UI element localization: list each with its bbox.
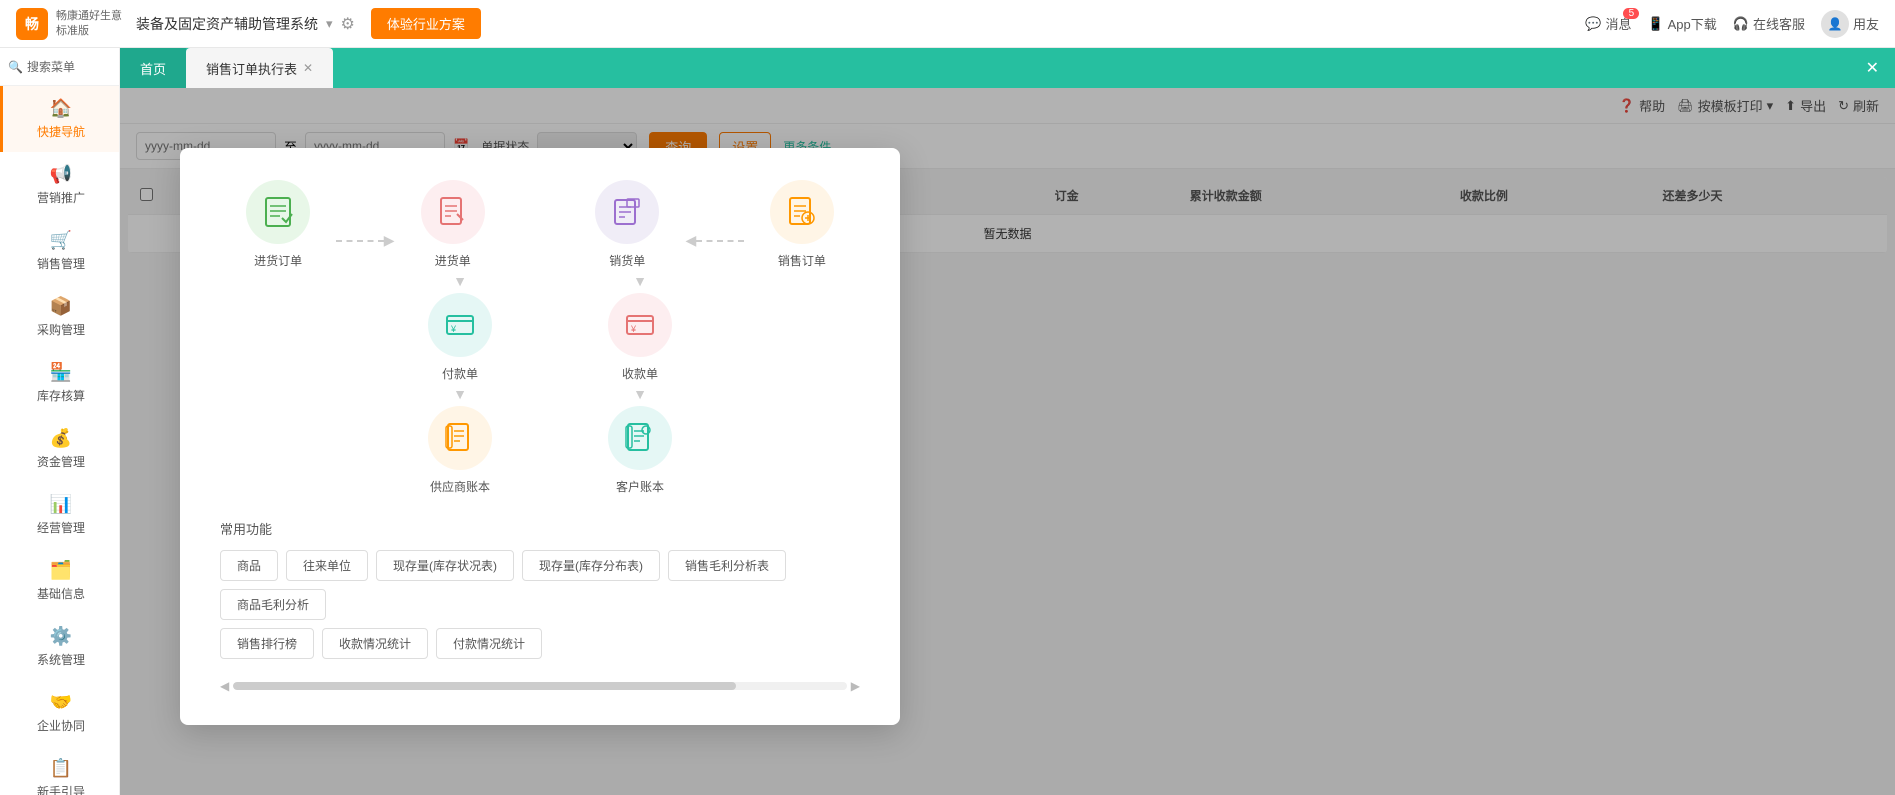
tab-bar-close-icon[interactable]: ✕ bbox=[1850, 58, 1895, 78]
logo-icon: 畅 bbox=[16, 8, 48, 40]
sidebar: 🔍 搜索菜单 🏠 快捷导航 📢 营销推广 🛒 销售管理 📦 bbox=[0, 48, 120, 795]
finance-icon: 💰 bbox=[50, 428, 72, 449]
sidebar-item-operation[interactable]: 📊 经营管理 bbox=[0, 482, 119, 548]
sales-invoice-circle[interactable] bbox=[595, 180, 659, 244]
topbar: 畅 畅康通好生意 标准版 装备及固定资产辅助管理系统 ▾ ⚙ 体验行业方案 💬 … bbox=[0, 0, 1895, 48]
function-btn-stock-dist[interactable]: 现存量(库存分布表) bbox=[522, 550, 660, 581]
message-badge: 5 bbox=[1623, 8, 1639, 19]
system-icon: ⚙️ bbox=[50, 626, 72, 647]
flow-receipt: ¥ 收款单 bbox=[580, 293, 700, 382]
app-download-btn[interactable]: 📱 App下载 bbox=[1647, 14, 1716, 33]
payment-circle[interactable]: ¥ bbox=[428, 293, 492, 357]
function-btn-sales-rank[interactable]: 销售排行榜 bbox=[220, 628, 314, 659]
sidebar-item-system[interactable]: ⚙️ 系统管理 bbox=[0, 614, 119, 680]
settings-icon[interactable]: ⚙ bbox=[341, 14, 355, 34]
headset-icon: 🎧 bbox=[1733, 16, 1749, 32]
function-btn-product-margin[interactable]: 商品毛利分析 bbox=[220, 589, 326, 620]
function-btn-receipt-stats[interactable]: 收款情况统计 bbox=[322, 628, 428, 659]
purchase-icon: 📦 bbox=[50, 296, 72, 317]
sidebar-item-guide[interactable]: 📋 新手引导 bbox=[0, 746, 119, 795]
function-buttons-row2: 销售排行榜 收款情况统计 付款情况统计 bbox=[220, 628, 860, 659]
sidebar-item-marketing[interactable]: 📢 营销推广 bbox=[0, 152, 119, 218]
svg-text:¥: ¥ bbox=[450, 324, 457, 334]
sidebar-item-finance[interactable]: 💰 资金管理 bbox=[0, 416, 119, 482]
function-btn-sales-margin[interactable]: 销售毛利分析表 bbox=[668, 550, 786, 581]
sidebar-nav: 🏠 快捷导航 📢 营销推广 🛒 销售管理 📦 采购管理 🏪 库存核 bbox=[0, 86, 119, 795]
operation-icon: 📊 bbox=[50, 494, 72, 515]
search-icon: 🔍 bbox=[8, 60, 23, 74]
tab-home[interactable]: 首页 bbox=[120, 48, 186, 88]
marketing-icon: 📢 bbox=[50, 164, 72, 185]
logo-area: 畅 畅康通好生意 标准版 bbox=[16, 8, 136, 40]
logo-text: 畅康通好生意 标准版 bbox=[56, 9, 122, 38]
avatar: 👤 bbox=[1821, 10, 1849, 38]
svg-text:¥: ¥ bbox=[630, 324, 637, 334]
tab-sales-order-exec[interactable]: 销售订单执行表 ✕ bbox=[186, 48, 333, 88]
guide-icon: 📋 bbox=[50, 758, 72, 779]
system-title: 装备及固定资产辅助管理系统 bbox=[136, 14, 318, 34]
flow-sales-order: 销售订单 bbox=[744, 180, 860, 269]
modal-scrollbar-area: ◀ ▶ bbox=[220, 679, 860, 693]
topbar-title-area: 装备及固定资产辅助管理系统 ▾ ⚙ 体验行业方案 bbox=[136, 8, 1585, 39]
quick-nav-modal: 进货订单 ▶ bbox=[180, 148, 900, 725]
page-content: ❓ 帮助 🖨 按模板打印 ▾ ⬆ 导出 ↻ bbox=[120, 88, 1895, 795]
sales-order-circle[interactable] bbox=[770, 180, 834, 244]
receipt-circle[interactable]: ¥ bbox=[608, 293, 672, 357]
home-icon: 🏠 bbox=[50, 98, 72, 119]
function-btn-payment-stats[interactable]: 付款情况统计 bbox=[436, 628, 542, 659]
search-menu-btn[interactable]: 🔍 搜索菜单 bbox=[8, 58, 111, 75]
supplier-ledger-circle[interactable] bbox=[428, 406, 492, 470]
scrollbar-thumb bbox=[233, 682, 736, 690]
inventory-icon: 🏪 bbox=[50, 362, 72, 383]
sidebar-search-area[interactable]: 🔍 搜索菜单 bbox=[0, 48, 119, 86]
tab-close-icon[interactable]: ✕ bbox=[303, 61, 313, 75]
function-btn-product[interactable]: 商品 bbox=[220, 550, 278, 581]
flow-diagram: 进货订单 ▶ bbox=[220, 180, 860, 495]
dropdown-arrow-icon[interactable]: ▾ bbox=[326, 16, 333, 32]
message-btn[interactable]: 💬 消息 5 bbox=[1585, 14, 1631, 33]
trial-button[interactable]: 体验行业方案 bbox=[371, 8, 481, 39]
sidebar-item-quick-nav[interactable]: 🏠 快捷导航 bbox=[0, 86, 119, 152]
customer-ledger-circle[interactable] bbox=[608, 406, 672, 470]
flow-purchase-receipt: 进货单 bbox=[395, 180, 511, 269]
function-btn-stock-status[interactable]: 现存量(库存状况表) bbox=[376, 550, 514, 581]
message-icon: 💬 bbox=[1585, 16, 1601, 32]
flow-payment: ¥ 付款单 bbox=[400, 293, 520, 382]
common-functions-section: 常用功能 商品 往来单位 现存量(库存状况表) 现存量(库存分布表) 销售毛利分… bbox=[220, 519, 860, 659]
sidebar-item-sales[interactable]: 🛒 销售管理 bbox=[0, 218, 119, 284]
main-wrapper: 🔍 搜索菜单 🏠 快捷导航 📢 营销推广 🛒 销售管理 📦 bbox=[0, 48, 1895, 795]
scroll-right-arrow[interactable]: ▶ bbox=[851, 679, 860, 693]
tab-bar: 首页 销售订单执行表 ✕ ✕ bbox=[120, 48, 1895, 88]
scroll-left-arrow[interactable]: ◀ bbox=[220, 679, 229, 693]
sales-icon: 🛒 bbox=[50, 230, 72, 251]
download-icon: 📱 bbox=[1647, 16, 1663, 32]
flow-sales-invoice: 销货单 bbox=[569, 180, 685, 269]
sidebar-item-basic[interactable]: 🗂️ 基础信息 bbox=[0, 548, 119, 614]
common-functions-title: 常用功能 bbox=[220, 519, 860, 538]
modal-overlay[interactable]: 进货订单 ▶ bbox=[120, 88, 1895, 795]
enterprise-icon: 🤝 bbox=[50, 692, 72, 713]
topbar-right: 💬 消息 5 📱 App下载 🎧 在线客服 👤 用友 bbox=[1585, 10, 1879, 38]
app-wrapper: 畅 畅康通好生意 标准版 装备及固定资产辅助管理系统 ▾ ⚙ 体验行业方案 💬 … bbox=[0, 0, 1895, 795]
basic-icon: 🗂️ bbox=[50, 560, 72, 581]
content-area: 首页 销售订单执行表 ✕ ✕ ❓ 帮助 bbox=[120, 48, 1895, 795]
sidebar-item-inventory[interactable]: 🏪 库存核算 bbox=[0, 350, 119, 416]
function-btn-partner[interactable]: 往来单位 bbox=[286, 550, 368, 581]
function-buttons-row1: 商品 往来单位 现存量(库存状况表) 现存量(库存分布表) 销售毛利分析表 商品… bbox=[220, 550, 860, 620]
purchase-receipt-circle[interactable] bbox=[421, 180, 485, 244]
purchase-order-circle[interactable] bbox=[246, 180, 310, 244]
user-area[interactable]: 👤 用友 bbox=[1821, 10, 1879, 38]
sidebar-item-enterprise[interactable]: 🤝 企业协同 bbox=[0, 680, 119, 746]
online-service-btn[interactable]: 🎧 在线客服 bbox=[1733, 14, 1805, 33]
scrollbar-track bbox=[233, 682, 847, 690]
flow-customer-ledger: 客户账本 bbox=[580, 406, 700, 495]
flow-purchase-order: 进货订单 bbox=[220, 180, 336, 269]
sidebar-item-purchase[interactable]: 📦 采购管理 bbox=[0, 284, 119, 350]
flow-supplier-ledger: 供应商账本 bbox=[400, 406, 520, 495]
